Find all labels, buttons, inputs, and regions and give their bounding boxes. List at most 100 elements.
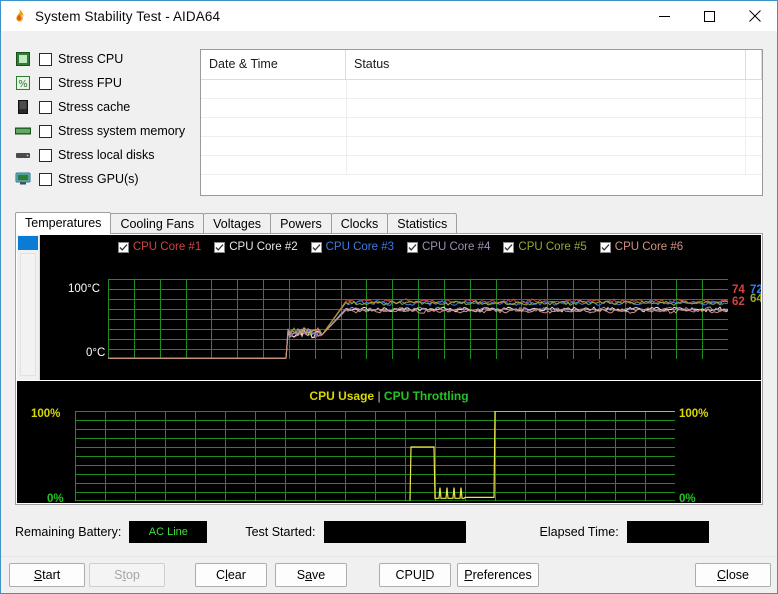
aida64-stability-test-window: System Stability Test - AIDA64 Stress CP… (0, 0, 778, 594)
legend-label: CPU Core #5 (518, 241, 586, 253)
tab-temperatures[interactable]: Temperatures (15, 212, 111, 234)
legend-checkbox (407, 242, 418, 253)
temperatures-legend: CPU Core #1 CPU Core #2 CPU Core #3 CPU … (40, 239, 761, 255)
elapsed-time-label: Elapsed Time: (540, 525, 619, 539)
legend-item-cpu-core-6[interactable]: CPU Core #6 (600, 241, 683, 253)
tab-cooling-fans[interactable]: Cooling Fans (110, 213, 204, 234)
checkbox[interactable] (39, 53, 52, 66)
stress-option-gpu[interactable]: Stress GPU(s) (15, 169, 188, 189)
stress-option-cache[interactable]: Stress cache (15, 97, 188, 117)
percent-icon: % (15, 75, 31, 91)
tab-powers[interactable]: Powers (270, 213, 332, 234)
legend-item-cpu-core-1[interactable]: CPU Core #1 (118, 241, 201, 253)
stop-button: Stop (89, 563, 165, 587)
checkbox[interactable] (39, 149, 52, 162)
close-button[interactable] (732, 1, 777, 31)
cpuid-button[interactable]: CPUID (379, 563, 451, 587)
stress-option-label: Stress cache (58, 100, 130, 114)
tab-voltages[interactable]: Voltages (203, 213, 271, 234)
legend-item-cpu-core-4[interactable]: CPU Core #4 (407, 241, 490, 253)
tab-statistics[interactable]: Statistics (387, 213, 457, 234)
table-row (201, 80, 762, 99)
temp-readout-1: 74 (732, 285, 745, 296)
stress-option-label: Stress local disks (58, 148, 155, 162)
table-row (201, 156, 762, 175)
chart-vertical-scrollbar[interactable] (17, 235, 40, 380)
temp-axis-label-min: 0°C (86, 347, 105, 359)
title-bar: System Stability Test - AIDA64 (1, 1, 777, 31)
stress-option-disks[interactable]: Stress local disks (15, 145, 188, 165)
clear-button[interactable]: Clear (195, 563, 267, 587)
cpu-usage-title-throttling: CPU Throttling (384, 389, 469, 403)
cpu-usage-title-separator: | (377, 389, 380, 403)
client-area: Stress CPU % Stress FPU Stress cache Str… (1, 31, 777, 593)
minimize-button[interactable] (642, 1, 687, 31)
temperatures-plot (108, 279, 728, 359)
stress-option-label: Stress FPU (58, 76, 122, 90)
stress-option-label: Stress system memory (58, 124, 185, 138)
cpu-usage-chart[interactable]: CPU Usage | CPU Throttling 100% 0% 100% … (17, 381, 761, 503)
legend-checkbox (311, 242, 322, 253)
stress-option-memory[interactable]: Stress system memory (15, 121, 188, 141)
checkbox[interactable] (39, 125, 52, 138)
temperatures-chart[interactable]: CPU Core #1 CPU Core #2 CPU Core #3 CPU … (40, 235, 761, 380)
cpu-usage-title-usage: CPU Usage (309, 389, 374, 403)
cpu-usage-plot (75, 411, 675, 501)
column-header-extra[interactable] (746, 50, 762, 80)
preferences-button[interactable]: Preferences (457, 563, 539, 587)
stress-option-label: Stress GPU(s) (58, 172, 139, 186)
save-button[interactable]: Save (275, 563, 347, 587)
window-title: System Stability Test - AIDA64 (35, 9, 220, 24)
test-started-label: Test Started: (245, 525, 315, 539)
column-header-status[interactable]: Status (346, 50, 746, 80)
test-started-value (324, 521, 466, 543)
usage-right-label-min: 0% (679, 493, 696, 505)
tab-clocks[interactable]: Clocks (331, 213, 389, 234)
usage-left-label-max: 100% (31, 408, 60, 420)
svg-text:%: % (18, 79, 28, 90)
usage-left-label-min: 0% (47, 493, 64, 505)
checkbox[interactable] (39, 77, 52, 90)
memory-icon (15, 123, 31, 139)
button-bar: Start Stop Clear Save CPUID Preferences … (1, 556, 777, 593)
gpu-icon (15, 171, 31, 187)
legend-checkbox (600, 242, 611, 253)
graph-panel: CPU Core #1 CPU Core #2 CPU Core #3 CPU … (15, 233, 763, 505)
legend-label: CPU Core #3 (326, 241, 394, 253)
stress-option-cpu[interactable]: Stress CPU (15, 49, 188, 69)
flame-icon (10, 7, 28, 25)
cpu-usage-title: CPU Usage | CPU Throttling (17, 389, 761, 403)
maximize-button[interactable] (687, 1, 732, 31)
legend-checkbox (503, 242, 514, 253)
temp-readout-2: 62 (732, 297, 745, 308)
legend-item-cpu-core-2[interactable]: CPU Core #2 (214, 241, 297, 253)
checkbox[interactable] (39, 101, 52, 114)
checkbox[interactable] (39, 173, 52, 186)
stress-option-label: Stress CPU (58, 52, 123, 66)
stress-option-fpu[interactable]: % Stress FPU (15, 73, 188, 93)
legend-label: CPU Core #2 (229, 241, 297, 253)
table-row (201, 118, 762, 137)
start-button[interactable]: Start (9, 563, 85, 587)
disk-icon (15, 147, 31, 163)
stress-options-list: Stress CPU % Stress FPU Stress cache Str… (15, 49, 188, 196)
legend-label: CPU Core #4 (422, 241, 490, 253)
legend-item-cpu-core-5[interactable]: CPU Core #5 (503, 241, 586, 253)
table-header: Date & Time Status (201, 50, 762, 80)
scrollbar-thumb[interactable] (18, 236, 38, 250)
legend-label: CPU Core #1 (133, 241, 201, 253)
table-row (201, 99, 762, 118)
caption-buttons (642, 1, 777, 31)
temperatures-chart-area: CPU Core #1 CPU Core #2 CPU Core #3 CPU … (17, 235, 761, 380)
legend-checkbox (118, 242, 129, 253)
battery-label: Remaining Battery: (15, 525, 121, 539)
usage-right-label-max: 100% (679, 408, 708, 420)
test-log-table[interactable]: Date & Time Status (200, 49, 763, 196)
scrollbar-track[interactable] (20, 253, 36, 376)
column-header-date-time[interactable]: Date & Time (201, 50, 346, 80)
close-button-bottom[interactable]: Close (695, 563, 771, 587)
legend-item-cpu-core-3[interactable]: CPU Core #3 (311, 241, 394, 253)
status-strip: Remaining Battery: AC Line Test Started:… (15, 519, 763, 545)
stress-and-log-row: Stress CPU % Stress FPU Stress cache Str… (15, 49, 763, 196)
battery-value: AC Line (129, 521, 207, 543)
